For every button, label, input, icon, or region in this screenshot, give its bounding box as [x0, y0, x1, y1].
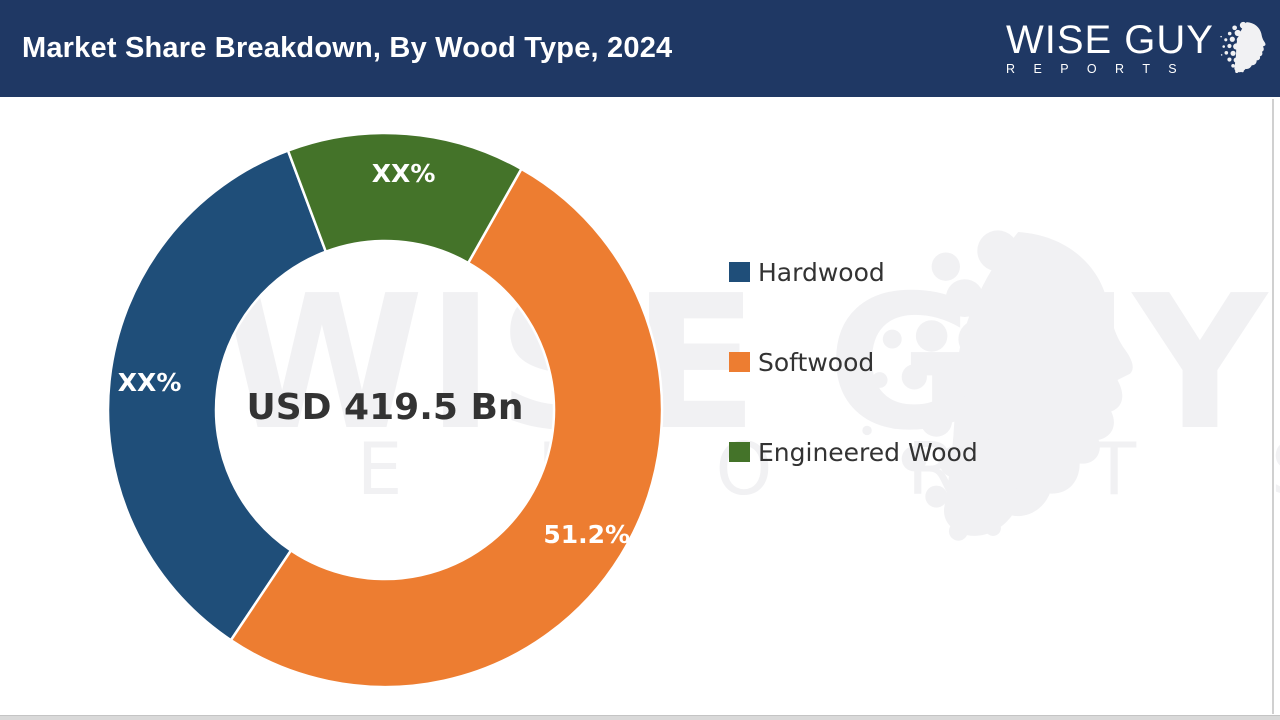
bottom-gray-bar [0, 715, 1280, 720]
legend-label: Hardwood [758, 257, 885, 287]
logo-wordmark: WISE GUY [1005, 18, 1214, 62]
wise-guy-reports-logo: WISE GUY R E P O R T S [1006, 0, 1270, 97]
slice-percent-label-softwood: 51.2% [543, 520, 630, 549]
legend-label: Softwood [758, 347, 875, 377]
head-profile-dots-icon [1220, 21, 1266, 73]
legend-swatch-icon [729, 352, 750, 372]
legend-swatch-icon [729, 442, 750, 462]
slice-percent-label-engineered-wood: XX% [372, 159, 436, 188]
chart-legend: Hardwood Softwood Engineered Wood [729, 257, 978, 527]
donut-center-value: USD 419.5 Bn [246, 387, 524, 428]
page-title: Market Share Breakdown, By Wood Type, 20… [22, 32, 673, 64]
legend-item-hardwood: Hardwood [729, 257, 978, 287]
legend-label: Engineered Wood [758, 437, 978, 467]
legend-item-engineered-wood: Engineered Wood [729, 437, 978, 467]
legend-swatch-icon [729, 262, 750, 282]
legend-item-softwood: Softwood [729, 347, 978, 377]
right-edge-divider [1272, 99, 1274, 714]
logo-subtitle: R E P O R T S [1005, 62, 1185, 76]
chart-area: WISE GUY R E P O R T S XX% 51.2% XX% USD 4… [0, 97, 1280, 720]
header-bar: Market Share Breakdown, By Wood Type, 20… [0, 0, 1280, 97]
logo-text: WISE GUY R E P O R T S [1006, 20, 1214, 77]
slice-percent-label-hardwood: XX% [118, 368, 182, 397]
